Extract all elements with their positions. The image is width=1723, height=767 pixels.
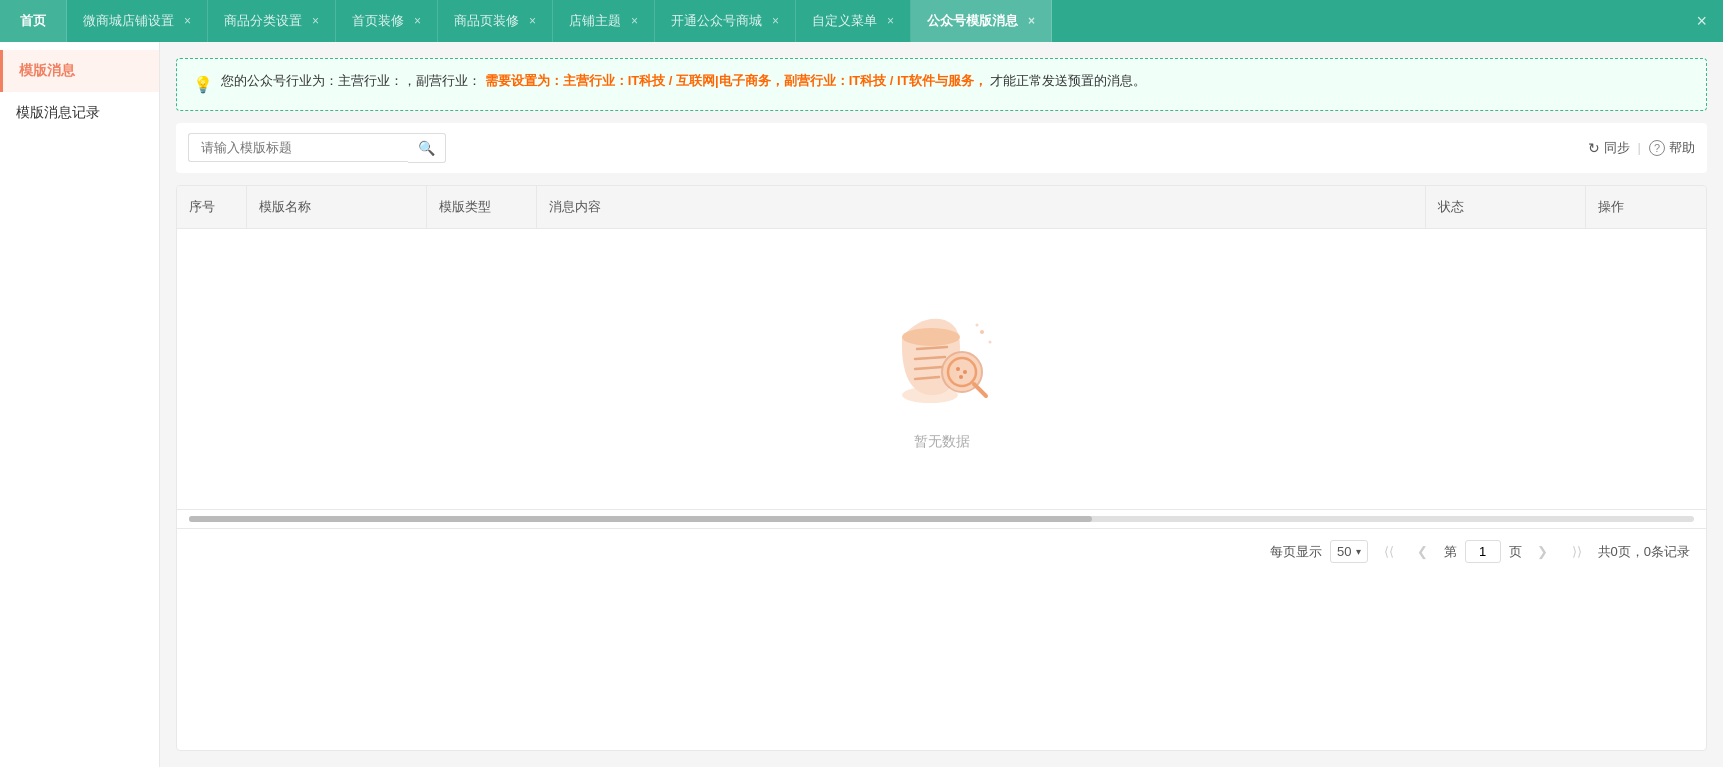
col-status: 状态 [1426,186,1586,228]
sidebar-item-template-msg[interactable]: 模版消息 [0,50,159,92]
scrollbar-track[interactable] [189,516,1694,522]
svg-point-11 [959,375,963,379]
nav-tab-custom-menu[interactable]: 自定义菜单 × [796,0,911,42]
open-mall-label: 开通公众号商城 [671,12,762,30]
table-body-empty: 暂无数据 [177,229,1706,509]
svg-line-8 [974,384,986,396]
empty-illustration [882,307,1002,417]
search-row: 🔍 ↻ 同步 | ? 帮助 [176,123,1707,173]
nav-tab-home-decor[interactable]: 首页装修 × [336,0,438,42]
close-shop-theme[interactable]: × [631,14,638,28]
bulb-icon: 💡 [193,72,213,98]
nav-tab-shop-theme[interactable]: 店铺主题 × [553,0,655,42]
table-header: 序号 模版名称 模版类型 消息内容 状态 操作 [177,186,1706,229]
close-template-msg[interactable]: × [1028,14,1035,28]
pagination-row: 每页显示 50 ▾ ⟨⟨ ❮ 第 页 ❯ ⟩⟩ 共0页，0条记录 [177,528,1706,575]
last-page-button[interactable]: ⟩⟩ [1564,539,1590,565]
top-nav: 首页 微商城店铺设置 × 商品分类设置 × 首页装修 × 商品页装修 × 店铺主… [0,0,1723,42]
prev-page-button[interactable]: ❮ [1410,539,1436,565]
col-name: 模版名称 [247,186,427,228]
sync-label: 同步 [1604,139,1630,157]
close-category-settings[interactable]: × [312,14,319,28]
nav-tab-product-decor[interactable]: 商品页装修 × [438,0,553,42]
svg-point-12 [980,330,984,334]
table-wrapper: 序号 模版名称 模版类型 消息内容 状态 操作 [176,185,1707,751]
close-custom-menu[interactable]: × [887,14,894,28]
notice-box: 💡 您的公众号行业为：主营行业：，副营行业： 需要设置为：主营行业：IT科技 /… [176,58,1707,111]
home-tab-label: 首页 [20,12,46,30]
shop-theme-label: 店铺主题 [569,12,621,30]
nav-tab-open-mall[interactable]: 开通公众号商城 × [655,0,796,42]
search-button[interactable]: 🔍 [408,133,446,163]
sync-button[interactable]: ↻ 同步 [1588,139,1630,157]
nav-tab-template-msg[interactable]: 公众号模版消息 × [911,0,1052,42]
nav-tab-home[interactable]: 首页 [0,0,67,42]
page-label: 第 [1444,543,1457,561]
close-open-mall[interactable]: × [772,14,779,28]
page-size-value: 50 [1337,544,1351,559]
col-type: 模版类型 [427,186,537,228]
svg-point-1 [902,328,960,346]
category-settings-label: 商品分类设置 [224,12,302,30]
svg-point-9 [956,367,960,371]
notice-text: 您的公众号行业为：主营行业：，副营行业： 需要设置为：主营行业：IT科技 / 互… [221,71,1146,92]
template-msg-label: 公众号模版消息 [927,12,1018,30]
sidebar-item-template-msg-log[interactable]: 模版消息记录 [0,92,159,134]
shop-settings-label: 微商城店铺设置 [83,12,174,30]
search-input[interactable] [188,133,408,162]
divider: | [1638,140,1641,155]
sync-icon: ↻ [1588,140,1600,156]
help-label: 帮助 [1669,139,1695,157]
main-content: 💡 您的公众号行业为：主营行业：，副营行业： 需要设置为：主营行业：IT科技 /… [160,42,1723,767]
page-number-input[interactable] [1465,540,1501,563]
close-home-decor[interactable]: × [414,14,421,28]
col-action: 操作 [1586,186,1706,228]
help-icon: ? [1649,140,1665,156]
svg-point-10 [963,370,967,374]
svg-point-13 [988,340,991,343]
empty-text: 暂无数据 [914,433,970,451]
help-button[interactable]: ? 帮助 [1649,139,1695,157]
close-product-decor[interactable]: × [529,14,536,28]
sidebar: 模版消息 模版消息记录 [0,42,160,767]
nav-tab-category-settings[interactable]: 商品分类设置 × [208,0,336,42]
total-label: 共0页，0条记录 [1598,543,1690,561]
search-left: 🔍 [188,133,446,163]
page-size-label: 每页显示 [1270,543,1322,561]
scrollbar-thumb[interactable] [189,516,1092,522]
product-decor-label: 商品页装修 [454,12,519,30]
nav-tab-shop-settings[interactable]: 微商城店铺设置 × [67,0,208,42]
sidebar-template-msg-label: 模版消息 [19,62,75,78]
col-index: 序号 [177,186,247,228]
search-icon: 🔍 [418,140,435,156]
home-decor-label: 首页装修 [352,12,404,30]
svg-point-14 [975,323,978,326]
search-right: ↻ 同步 | ? 帮助 [1588,139,1695,157]
page-size-select[interactable]: 50 ▾ [1330,540,1367,563]
page-unit: 页 [1509,543,1522,561]
custom-menu-label: 自定义菜单 [812,12,877,30]
next-page-button[interactable]: ❯ [1530,539,1556,565]
chevron-down-icon: ▾ [1356,546,1361,557]
notice-highlight: 需要设置为：主营行业：IT科技 / 互联网|电子商务，副营行业：IT科技 / I… [485,73,987,88]
scrollbar-row[interactable] [177,509,1706,528]
col-content: 消息内容 [537,186,1426,228]
first-page-button[interactable]: ⟨⟨ [1376,539,1402,565]
close-all-tabs-button[interactable]: × [1680,11,1723,32]
sidebar-template-msg-log-label: 模版消息记录 [16,104,100,120]
close-shop-settings[interactable]: × [184,14,191,28]
main-layout: 模版消息 模版消息记录 💡 您的公众号行业为：主营行业：，副营行业： 需要设置为… [0,42,1723,767]
